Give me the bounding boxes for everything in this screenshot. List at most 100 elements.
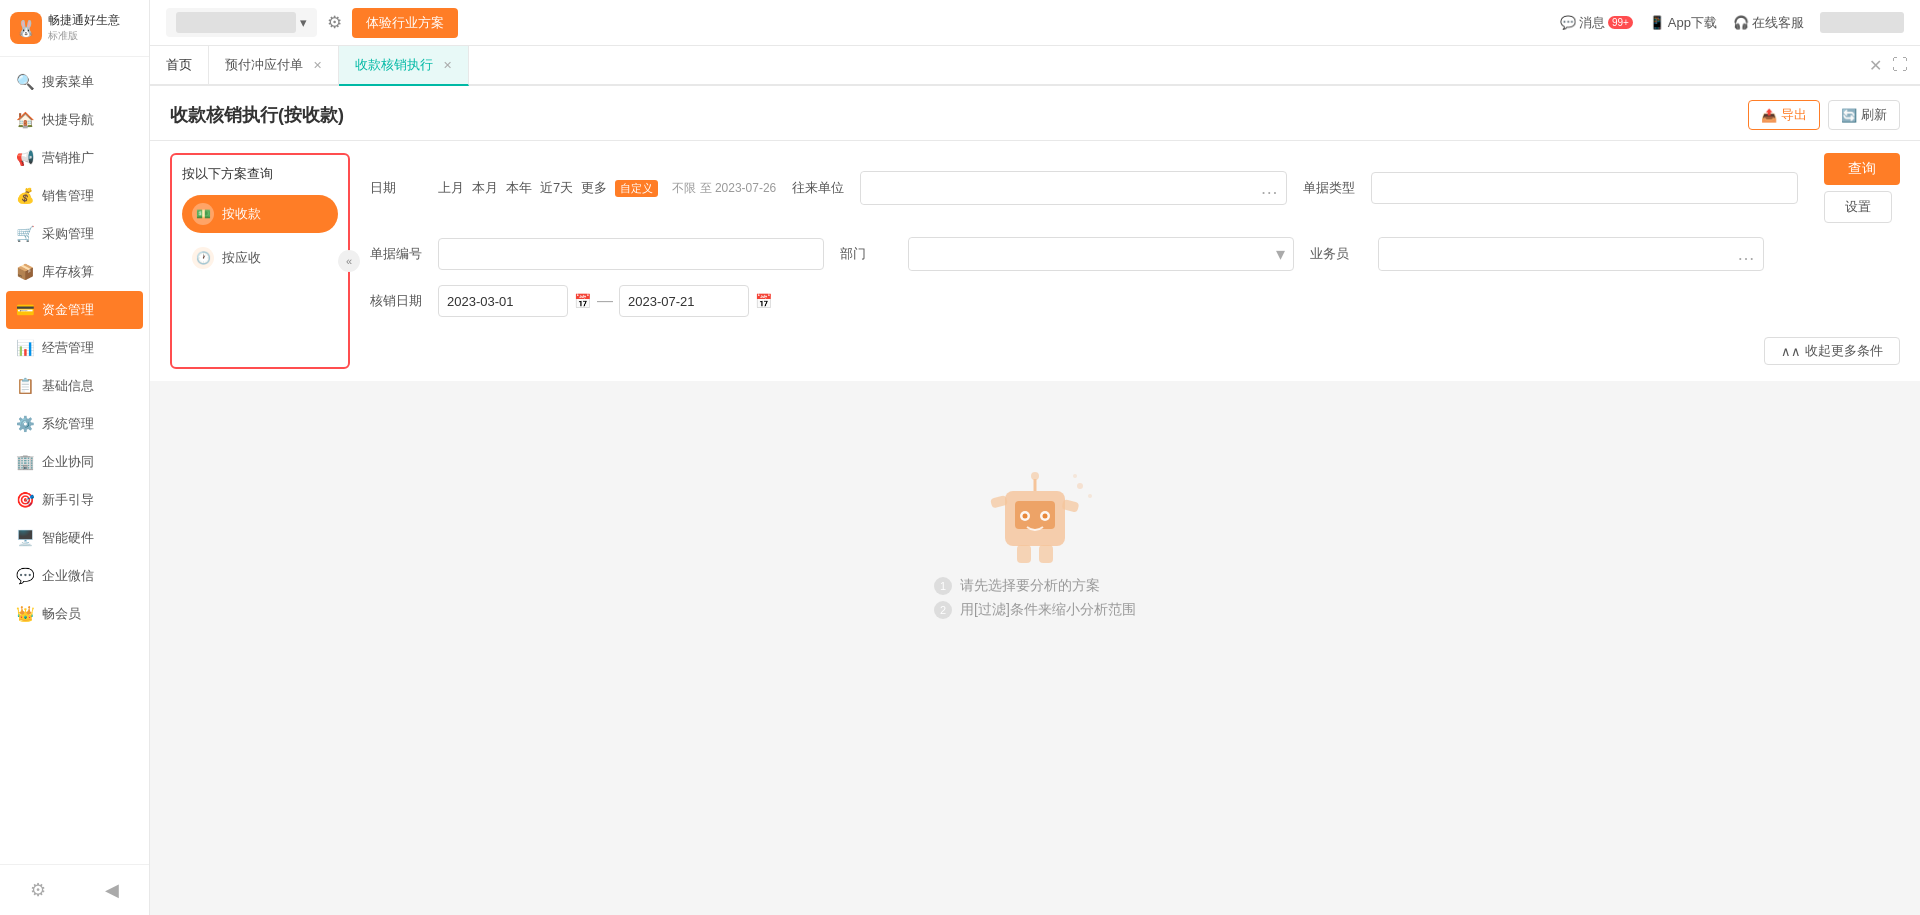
calendar-end-icon[interactable]: 📅 [755, 293, 772, 309]
sales-icon: 💰 [16, 187, 34, 205]
sidebar-item-wecom[interactable]: 💬 企业微信 [0, 557, 149, 595]
party-dots-icon[interactable]: … [1252, 178, 1286, 199]
date-link-this-month[interactable]: 本月 [472, 179, 498, 197]
dept-input-wrapper: ▾ [908, 237, 1294, 271]
dept-input[interactable] [909, 238, 1268, 270]
collapse-row: ∧∧ 收起更多条件 [370, 331, 1900, 369]
topbar-left: ▾ ⚙ 体验行业方案 [166, 8, 458, 38]
page-title: 收款核销执行(按收款) [170, 103, 344, 127]
wecom-icon: 💬 [16, 567, 34, 585]
svg-point-14 [1073, 474, 1077, 478]
gear-icon[interactable]: ⚙ [327, 12, 342, 33]
filter-by-receipt[interactable]: 💵 按收款 [182, 195, 338, 233]
filter-toggle-btn[interactable]: « [338, 250, 360, 272]
sidebar-item-nav[interactable]: 🏠 快捷导航 [0, 101, 149, 139]
tab-receipt-writeoff-close[interactable]: ✕ [443, 59, 452, 72]
form-row-2: 单据编号 部门 ▾ 业务员 [370, 237, 1900, 271]
step-1-num: 1 [934, 577, 952, 595]
sidebar-item-hardware[interactable]: 🖥️ 智能硬件 [0, 519, 149, 557]
doc-no-input[interactable] [438, 238, 824, 270]
phone-icon: 📱 [1649, 15, 1665, 30]
form-row-3: 核销日期 2023-03-01 📅 — 2023-07-21 📅 [370, 285, 1900, 317]
sidebar-item-guide[interactable]: 🎯 新手引导 [0, 481, 149, 519]
staff-field: 业务员 … [1310, 237, 1764, 271]
query-actions: 查询 设置 [1814, 153, 1900, 223]
refresh-btn[interactable]: 🔄 刷新 [1828, 100, 1900, 130]
svg-point-11 [1031, 472, 1039, 480]
sidebar-item-enterprise[interactable]: 🏢 企业协同 [0, 443, 149, 481]
settings-icon[interactable]: ⚙ [24, 873, 52, 907]
solution-btn[interactable]: 体验行业方案 [352, 8, 458, 38]
query-btn[interactable]: 查询 [1824, 153, 1900, 185]
sidebar-item-search[interactable]: 🔍 搜索菜单 [0, 63, 149, 101]
company-dropdown-icon[interactable]: ▾ [300, 15, 307, 30]
tab-advance-close[interactable]: ✕ [313, 59, 322, 72]
party-input-wrapper: … [860, 171, 1287, 205]
party-input[interactable] [861, 172, 1252, 204]
tab-home[interactable]: 首页 [150, 46, 209, 84]
date-link-7days[interactable]: 近7天 [540, 179, 573, 197]
tab-advance[interactable]: 预付冲应付单 ✕ [209, 46, 339, 84]
sidebar-item-member[interactable]: 👑 畅会员 [0, 595, 149, 633]
date-link-last-month[interactable]: 上月 [438, 179, 464, 197]
staff-input[interactable] [1379, 238, 1729, 270]
export-btn[interactable]: 📤 导出 [1748, 100, 1820, 130]
customer-service-btn[interactable]: 🎧 在线客服 [1733, 14, 1804, 32]
empty-state: 1 请先选择要分析的方案 2 用[过滤]条件来缩小分析范围 [150, 381, 1920, 659]
staff-dots-icon[interactable]: … [1729, 244, 1763, 265]
collapse-sidebar-icon[interactable]: ◀ [99, 873, 125, 907]
enterprise-icon: 🏢 [16, 453, 34, 471]
sidebar-item-basic[interactable]: 📋 基础信息 [0, 367, 149, 405]
sidebar-menu: 🔍 搜索菜单 🏠 快捷导航 📢 营销推广 💰 销售管理 🛒 采购管理 📦 库存核… [0, 57, 149, 864]
marketing-icon: 📢 [16, 149, 34, 167]
sidebar-item-system[interactable]: ⚙️ 系统管理 [0, 405, 149, 443]
sidebar-item-purchase[interactable]: 🛒 采购管理 [0, 215, 149, 253]
sidebar-item-inventory[interactable]: 📦 库存核算 [0, 253, 149, 291]
app-download-btn[interactable]: 📱 App下载 [1649, 14, 1717, 32]
basic-icon: 📋 [16, 377, 34, 395]
writeoff-date-field: 核销日期 2023-03-01 📅 — 2023-07-21 📅 [370, 285, 772, 317]
collapse-more-icon: ∧∧ [1781, 344, 1801, 359]
sidebar-bottom: ⚙ ◀ [0, 864, 149, 915]
topbar-right: 💬 消息 99+ 📱 App下载 🎧 在线客服 [1560, 12, 1904, 33]
export-icon: 📤 [1761, 108, 1777, 123]
party-label: 往来单位 [792, 179, 852, 197]
calendar-start-icon[interactable]: 📅 [574, 293, 591, 309]
refresh-icon: 🔄 [1841, 108, 1857, 123]
app-name: 畅捷通好生意 [48, 13, 120, 29]
date-link-more[interactable]: 更多 [581, 179, 607, 197]
tab-actions: ✕ ⛶ [1857, 46, 1920, 84]
writeoff-date-range: 2023-03-01 📅 — 2023-07-21 📅 [438, 285, 772, 317]
inventory-icon: 📦 [16, 263, 34, 281]
message-label: 消息 [1579, 14, 1605, 32]
writeoff-date-start[interactable]: 2023-03-01 [438, 285, 568, 317]
doc-type-field: 单据类型 [1303, 172, 1798, 204]
filter-by-receivable[interactable]: 🕐 按应收 [182, 239, 338, 277]
svg-point-4 [1023, 514, 1028, 519]
company-selector[interactable]: ▾ [166, 8, 317, 37]
writeoff-date-end[interactable]: 2023-07-21 [619, 285, 749, 317]
date-link-this-year[interactable]: 本年 [506, 179, 532, 197]
collapse-more-btn[interactable]: ∧∧ 收起更多条件 [1764, 337, 1900, 365]
doc-type-select[interactable] [1371, 172, 1798, 204]
sidebar-item-sales[interactable]: 💰 销售管理 [0, 177, 149, 215]
system-icon: ⚙️ [16, 415, 34, 433]
sidebar-item-finance[interactable]: 💳 资金管理 [6, 291, 143, 329]
settings-btn[interactable]: 设置 [1824, 191, 1892, 223]
message-btn[interactable]: 💬 消息 99+ [1560, 14, 1633, 32]
date-custom-tag: 自定义 [615, 180, 658, 197]
home-icon: 🏠 [16, 111, 34, 129]
step-1-text: 请先选择要分析的方案 [960, 577, 1100, 595]
close-tab-icon[interactable]: ✕ [1869, 56, 1882, 75]
sidebar-item-marketing[interactable]: 📢 营销推广 [0, 139, 149, 177]
expand-tab-icon[interactable]: ⛶ [1892, 56, 1908, 74]
user-info[interactable] [1820, 12, 1904, 33]
dept-dropdown-icon[interactable]: ▾ [1268, 243, 1293, 265]
step-2-num: 2 [934, 601, 952, 619]
empty-step-2: 2 用[过滤]条件来缩小分析范围 [934, 601, 1136, 619]
date-label: 日期 [370, 179, 430, 197]
sidebar-item-operation[interactable]: 📊 经营管理 [0, 329, 149, 367]
tab-receipt-writeoff[interactable]: 收款核销执行 ✕ [339, 46, 469, 86]
topbar: ▾ ⚙ 体验行业方案 💬 消息 99+ 📱 App下载 🎧 在线客服 [150, 0, 1920, 46]
query-form: 日期 上月 本月 本年 近7天 更多 自定义 不限 至 2023-07-26 [370, 153, 1900, 369]
